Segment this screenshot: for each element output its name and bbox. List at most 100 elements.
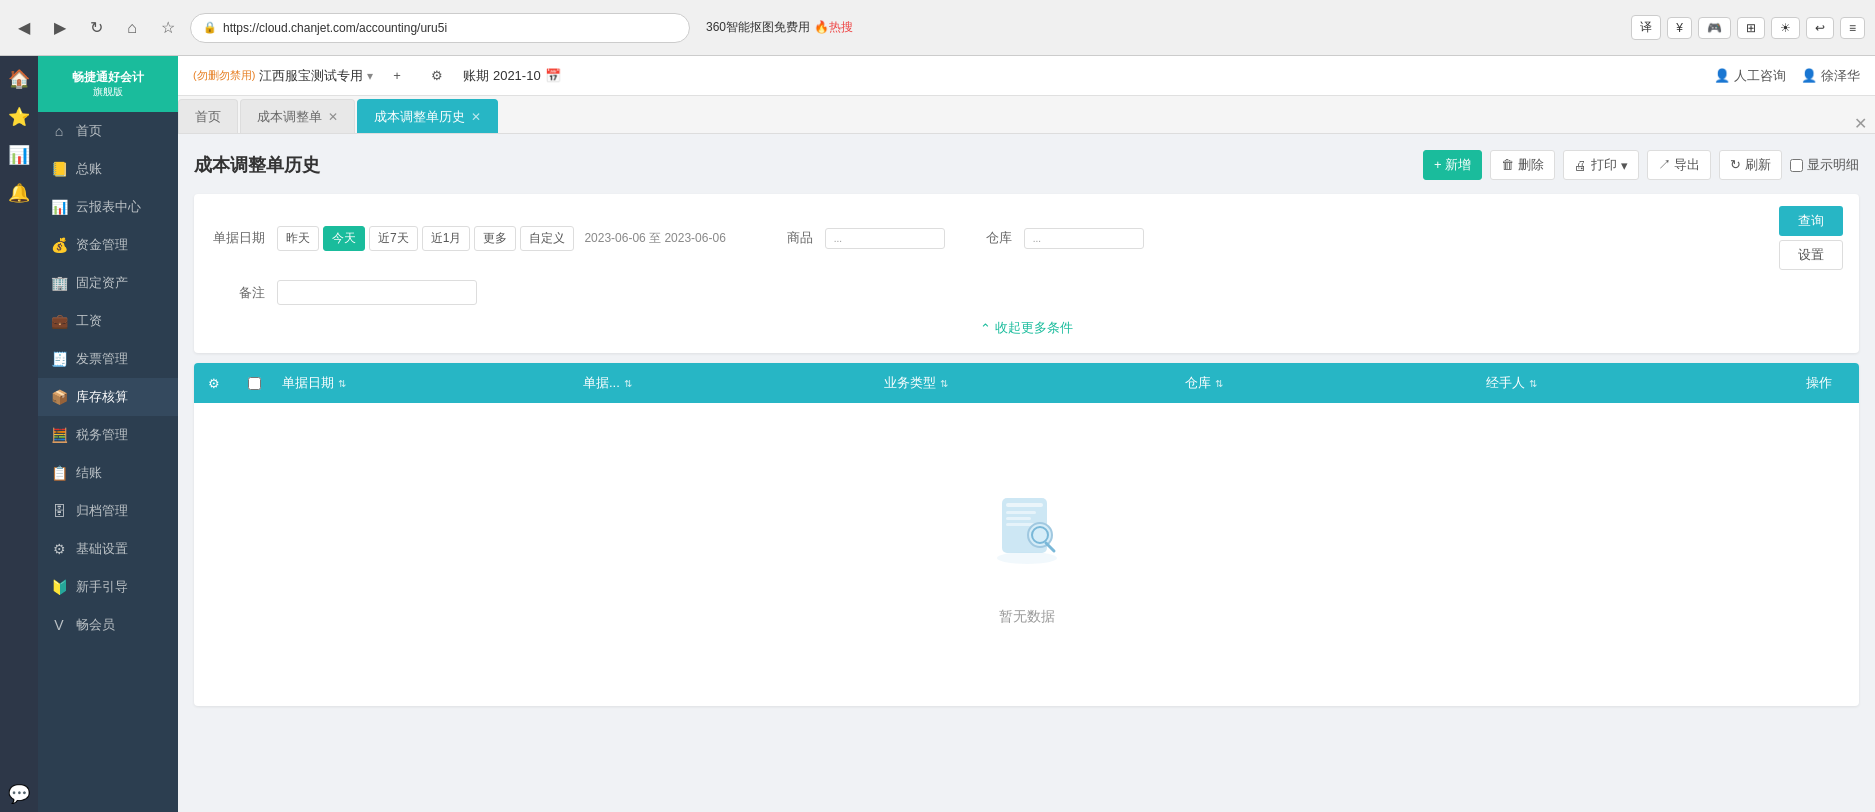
filter-card: 单据日期 昨天 今天 近7天 近1月 更多 自定义 2023-06-06 至 2…	[194, 194, 1859, 353]
add-company-btn[interactable]: +	[383, 63, 411, 88]
sidebar-item-reports[interactable]: 📊 云报表中心	[38, 188, 178, 226]
tab-cost-adjust-history[interactable]: 成本调整单历史 ✕	[357, 99, 498, 133]
custom-date-btn[interactable]: 自定义	[520, 226, 574, 251]
settings-browser-btn[interactable]: ☀	[1771, 17, 1800, 39]
print-icon: 🖨	[1574, 158, 1587, 173]
apps-btn[interactable]: ⊞	[1737, 17, 1765, 39]
th-date-label: 单据日期	[282, 374, 334, 392]
sidebar-item-salary[interactable]: 💼 工资	[38, 302, 178, 340]
help-area[interactable]: 👤 人工咨询	[1714, 67, 1786, 85]
th-number[interactable]: 单据... ⇅	[575, 374, 876, 392]
table-check-all[interactable]	[234, 377, 274, 390]
home-button[interactable]: ⌂	[118, 14, 146, 42]
refresh-btn[interactable]: ↻ 刷新	[1719, 150, 1782, 180]
svg-rect-4	[1006, 517, 1031, 520]
show-cols-input[interactable]	[1790, 159, 1803, 172]
new-btn[interactable]: + 新增	[1423, 150, 1482, 180]
tab-cost-adjust-close[interactable]: ✕	[328, 110, 338, 124]
th-warehouse[interactable]: 仓库 ⇅	[1177, 374, 1478, 392]
icon-bar-main[interactable]: 🏠	[1, 61, 37, 97]
browser-tools: 译 ¥ 🎮 ⊞ ☀ ↩ ≡	[1631, 15, 1865, 40]
svg-rect-2	[1006, 503, 1043, 507]
sidebar-item-funds[interactable]: 💰 资金管理	[38, 226, 178, 264]
note-input[interactable]	[277, 280, 477, 305]
svg-rect-5	[1006, 523, 1034, 526]
print-label: 打印	[1591, 156, 1617, 174]
th-biz-type-label: 业务类型	[884, 374, 936, 392]
last1month-btn[interactable]: 近1月	[422, 226, 471, 251]
collapse-icon: ⌃	[980, 321, 991, 336]
th-date[interactable]: 单据日期 ⇅	[274, 374, 575, 392]
sidebar-item-settlement[interactable]: 📋 结账	[38, 454, 178, 492]
show-cols-checkbox[interactable]: 显示明细	[1790, 156, 1859, 174]
tab-cost-adjust[interactable]: 成本调整单 ✕	[240, 99, 355, 133]
invoice-icon: 🧾	[50, 351, 68, 367]
translate-btn[interactable]: 译	[1631, 15, 1661, 40]
icon-bar-star[interactable]: ⭐	[1, 99, 37, 135]
sidebar-item-tax[interactable]: 🧮 税务管理	[38, 416, 178, 454]
ledger-icon: 📒	[50, 161, 68, 177]
query-btn[interactable]: 查询	[1779, 206, 1843, 236]
top-bar: (勿删勿禁用) 江西服宝测试专用 ▾ + ⚙ 账期 2021-10 📅 👤 人工…	[178, 56, 1875, 96]
delete-btn[interactable]: 🗑 删除	[1490, 150, 1555, 180]
icon-bar-chat[interactable]: 💬	[1, 776, 37, 812]
address-bar[interactable]: 🔒 https://cloud.chanjet.com/accounting/u…	[190, 13, 690, 43]
goods-select[interactable]: ...	[825, 228, 945, 249]
th-biz-type[interactable]: 业务类型 ⇅	[876, 374, 1177, 392]
refresh-button[interactable]: ↻	[82, 14, 110, 42]
back-button[interactable]: ◀	[10, 14, 38, 42]
sidebar-item-member[interactable]: V 畅会员	[38, 606, 178, 644]
sidebar-item-ledger[interactable]: 📒 总账	[38, 150, 178, 188]
print-btn[interactable]: 🖨 打印 ▾	[1563, 150, 1639, 180]
sidebar-item-fixed-assets[interactable]: 🏢 固定资产	[38, 264, 178, 302]
company-selector[interactable]: (勿删勿禁用) 江西服宝测试专用 ▾	[193, 67, 373, 85]
sidebar-item-inventory[interactable]: 📦 库存核算	[38, 378, 178, 416]
table-gear-btn[interactable]: ⚙	[194, 376, 234, 391]
collapse-btn[interactable]: ⌃ 收起更多条件	[210, 315, 1843, 341]
sidebar-label-tax: 税务管理	[76, 426, 128, 444]
warehouse-select[interactable]: ...	[1024, 228, 1144, 249]
last7days-btn[interactable]: 近7天	[369, 226, 418, 251]
hot-label: 🔥热搜	[814, 19, 853, 36]
sidebar-item-invoice[interactable]: 🧾 发票管理	[38, 340, 178, 378]
sidebar-label-inventory: 库存核算	[76, 388, 128, 406]
table-header: ⚙ 单据日期 ⇅ 单据... ⇅ 业务类型 ⇅	[194, 363, 1859, 403]
star-button[interactable]: ☆	[154, 14, 182, 42]
icon-bar-bell[interactable]: 🔔	[1, 175, 37, 211]
close-all-tabs-btn[interactable]: ✕	[1854, 114, 1867, 133]
tab-home[interactable]: 首页	[178, 99, 238, 133]
th-handler[interactable]: 经手人 ⇅	[1478, 374, 1779, 392]
sidebar-item-archive[interactable]: 🗄 归档管理	[38, 492, 178, 530]
sidebar-item-settings[interactable]: ⚙ 基础设置	[38, 530, 178, 568]
sort-biz-type-icon: ⇅	[940, 378, 948, 389]
wallet-btn[interactable]: ¥	[1667, 17, 1692, 39]
settlement-icon: 📋	[50, 465, 68, 481]
url-text: https://cloud.chanjet.com/accounting/uru…	[223, 21, 447, 35]
sidebar-item-home[interactable]: ⌂ 首页	[38, 112, 178, 150]
yesterday-btn[interactable]: 昨天	[277, 226, 319, 251]
lock-icon: 🔒	[203, 21, 217, 34]
page-actions: + 新增 🗑 删除 🖨 打印 ▾ ↗ 导出 ↻ 刷新 显示明细	[1423, 150, 1859, 180]
sidebar-label-invoice: 发票管理	[76, 350, 128, 368]
company-warning: (勿删勿禁用)	[193, 68, 255, 83]
sidebar-label-reports: 云报表中心	[76, 198, 141, 216]
period-info: 账期 2021-10 📅	[463, 67, 561, 85]
sidebar-item-guide[interactable]: 🔰 新手引导	[38, 568, 178, 606]
setting-btn[interactable]: 设置	[1779, 240, 1843, 270]
today-btn[interactable]: 今天	[323, 226, 365, 251]
check-all-input[interactable]	[248, 377, 261, 390]
export-btn[interactable]: ↗ 导出	[1647, 150, 1712, 180]
browser-chrome: ◀ ▶ ↻ ⌂ ☆ 🔒 https://cloud.chanjet.com/ac…	[0, 0, 1875, 56]
icon-bar-chart[interactable]: 📊	[1, 137, 37, 173]
game-btn[interactable]: 🎮	[1698, 17, 1731, 39]
company-settings-btn[interactable]: ⚙	[421, 63, 453, 88]
undo-btn[interactable]: ↩	[1806, 17, 1834, 39]
svg-line-8	[1046, 543, 1054, 551]
more-date-btn[interactable]: 更多	[474, 226, 516, 251]
salary-icon: 💼	[50, 313, 68, 329]
forward-button[interactable]: ▶	[46, 14, 74, 42]
th-actions: 操作	[1779, 374, 1859, 392]
user-area[interactable]: 👤 徐泽华	[1801, 67, 1860, 85]
tab-cost-adjust-history-close[interactable]: ✕	[471, 110, 481, 124]
menu-btn[interactable]: ≡	[1840, 17, 1865, 39]
